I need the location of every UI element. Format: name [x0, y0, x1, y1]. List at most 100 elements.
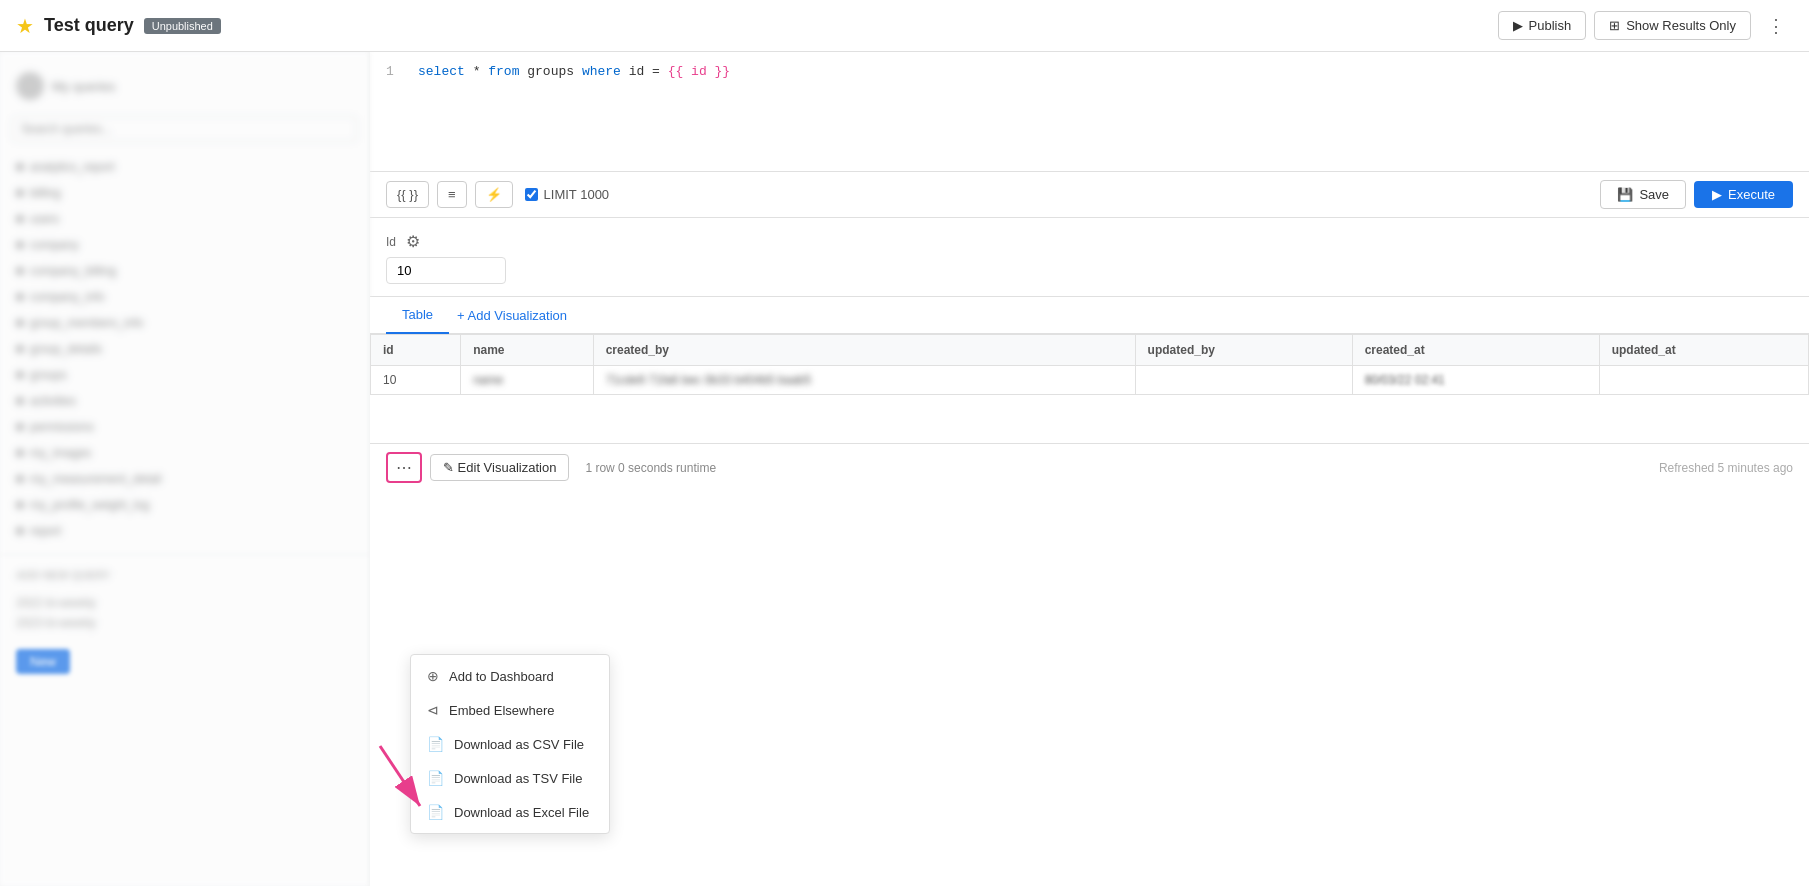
star-icon: ★ — [16, 14, 34, 38]
line-number: 1 — [386, 64, 406, 79]
cell-updated-at — [1599, 366, 1808, 395]
show-results-button[interactable]: ⊞ Show Results Only — [1594, 11, 1751, 40]
list-item[interactable]: group_details — [0, 336, 369, 362]
cell-created-by: 71cde9 71fa6 bec 0b33 b404b5 baab5 — [593, 366, 1135, 395]
refresh-info: Refreshed 5 minutes ago — [1659, 461, 1793, 475]
dropdown-item-excel[interactable]: 📄 Download as Excel File — [411, 795, 609, 829]
dropdown-item-label: Download as TSV File — [454, 771, 582, 786]
dropdown-item-label: Download as Excel File — [454, 805, 589, 820]
list-item[interactable]: company_info — [0, 284, 369, 310]
sidebar-search-container — [0, 108, 369, 150]
param-gear-button[interactable]: ⚙ — [404, 230, 422, 253]
code-content: select * from groups where id = {{ id }} — [418, 64, 730, 79]
col-header-created-by: created_by — [593, 335, 1135, 366]
cell-name: name — [461, 366, 593, 395]
list-item[interactable]: report — [0, 518, 369, 544]
col-header-updated-by: updated_by — [1135, 335, 1352, 366]
list-item[interactable]: my_measurement_detail — [0, 466, 369, 492]
result-tabs: Table + Add Visualization — [370, 297, 1809, 334]
header-right: ▶ Publish ⊞ Show Results Only ⋮ — [1498, 11, 1793, 41]
header-left: ★ Test query Unpublished — [16, 14, 1498, 38]
more-btn-container: ⋯ — [386, 452, 422, 483]
list-item[interactable]: activities — [0, 388, 369, 414]
list-item[interactable]: company_billing — [0, 258, 369, 284]
code-editor[interactable]: 1 select * from groups where id = {{ id … — [370, 52, 1809, 172]
col-header-updated-at: updated_at — [1599, 335, 1808, 366]
tab-table[interactable]: Table — [386, 297, 449, 334]
col-header-id: id — [371, 335, 461, 366]
sidebar-divider — [0, 554, 369, 555]
dropdown-item-embed[interactable]: ⊲ Embed Elsewhere — [411, 693, 609, 727]
list-item[interactable]: group_members_info — [0, 310, 369, 336]
list-item: 2022 bi-weekly — [16, 593, 353, 613]
publish-button[interactable]: ▶ Publish — [1498, 11, 1587, 40]
add-dashboard-icon: ⊕ — [427, 668, 439, 684]
layout: My queries analytics_report billing user… — [0, 52, 1809, 886]
list-item[interactable]: my_profile_weight_log — [0, 492, 369, 518]
list-item[interactable]: permissions — [0, 414, 369, 440]
format-button[interactable]: ≡ — [437, 181, 467, 208]
sidebar: My queries analytics_report billing user… — [0, 52, 370, 886]
cell-id: 10 — [371, 366, 461, 395]
page-title: Test query — [44, 15, 134, 36]
list-item: 2023 bi-weekly — [16, 613, 353, 633]
header: ★ Test query Unpublished ▶ Publish ⊞ Sho… — [0, 0, 1809, 52]
header-more-button[interactable]: ⋮ — [1759, 11, 1793, 41]
sidebar-bottom: 2022 bi-weekly 2023 bi-weekly — [0, 585, 369, 641]
sidebar-header: My queries — [0, 64, 369, 108]
tsv-icon: 📄 — [427, 770, 444, 786]
query-toolbar: {{ }} ≡ ⚡ LIMIT 1000 💾 Save ▶ Execute — [370, 172, 1809, 218]
limit-section: LIMIT 1000 — [525, 187, 610, 202]
param-id-label: Id — [386, 235, 396, 249]
limit-checkbox[interactable] — [525, 188, 538, 201]
show-results-label: Show Results Only — [1626, 18, 1736, 33]
result-table: id name created_by updated_by created_at… — [370, 334, 1809, 395]
table-icon: ⊞ — [1609, 18, 1620, 33]
sidebar-items: analytics_report billing users company c… — [0, 150, 369, 548]
dropdown-item-add-dashboard[interactable]: ⊕ Add to Dashboard — [411, 659, 609, 693]
col-header-name: name — [461, 335, 593, 366]
list-item[interactable]: analytics_report — [0, 154, 369, 180]
avatar — [16, 72, 44, 100]
table-container: id name created_by updated_by created_at… — [370, 334, 1809, 443]
bottom-bar: ⋯ ✎ Edit Visualization 1 row 0 seconds r… — [370, 443, 1809, 491]
more-options-button[interactable]: ⋯ — [386, 452, 422, 483]
dropdown-menu: ⊕ Add to Dashboard ⊲ Embed Elsewhere 📄 D… — [410, 654, 610, 834]
table-header: id name created_by updated_by created_at… — [371, 335, 1809, 366]
table-row: 10 name 71cde9 71fa6 bec 0b33 b404b5 baa… — [371, 366, 1809, 395]
edit-visualization-button[interactable]: ✎ Edit Visualization — [430, 454, 569, 481]
csv-icon: 📄 — [427, 736, 444, 752]
dropdown-item-label: Download as CSV File — [454, 737, 584, 752]
save-label: Save — [1639, 187, 1669, 202]
dropdown-item-csv[interactable]: 📄 Download as CSV File — [411, 727, 609, 761]
save-icon: 💾 — [1617, 187, 1633, 202]
execute-label: Execute — [1728, 187, 1775, 202]
unpublished-badge: Unpublished — [144, 18, 221, 34]
sidebar-username: My queries — [52, 79, 116, 94]
table-body: 10 name 71cde9 71fa6 bec 0b33 b404b5 baa… — [371, 366, 1809, 395]
param-group-id: Id ⚙ — [386, 230, 506, 284]
publish-label: Publish — [1529, 18, 1572, 33]
add-visualization-tab[interactable]: + Add Visualization — [449, 298, 575, 333]
list-item[interactable]: company — [0, 232, 369, 258]
dropdown-item-tsv[interactable]: 📄 Download as TSV File — [411, 761, 609, 795]
sidebar-new-btn-container: New — [0, 641, 369, 682]
list-item[interactable]: groups — [0, 362, 369, 388]
list-item[interactable]: users — [0, 206, 369, 232]
param-section: Id ⚙ — [370, 218, 1809, 297]
execute-button[interactable]: ▶ Execute — [1694, 181, 1793, 208]
embed-icon: ⊲ — [427, 702, 439, 718]
new-query-button[interactable]: New — [16, 649, 70, 674]
param-id-input[interactable] — [386, 257, 506, 284]
param-header-row: Id ⚙ — [386, 230, 506, 253]
list-item[interactable]: billing — [0, 180, 369, 206]
save-button[interactable]: 💾 Save — [1600, 180, 1686, 209]
limit-label: LIMIT 1000 — [544, 187, 610, 202]
code-line-1: 1 select * from groups where id = {{ id … — [386, 64, 1793, 79]
lightning-button[interactable]: ⚡ — [475, 181, 513, 208]
list-item[interactable]: my_images — [0, 440, 369, 466]
search-input[interactable] — [12, 116, 357, 142]
template-button[interactable]: {{ }} — [386, 181, 429, 208]
cell-created-at: 80/03/22 02:41 — [1352, 366, 1599, 395]
excel-icon: 📄 — [427, 804, 444, 820]
